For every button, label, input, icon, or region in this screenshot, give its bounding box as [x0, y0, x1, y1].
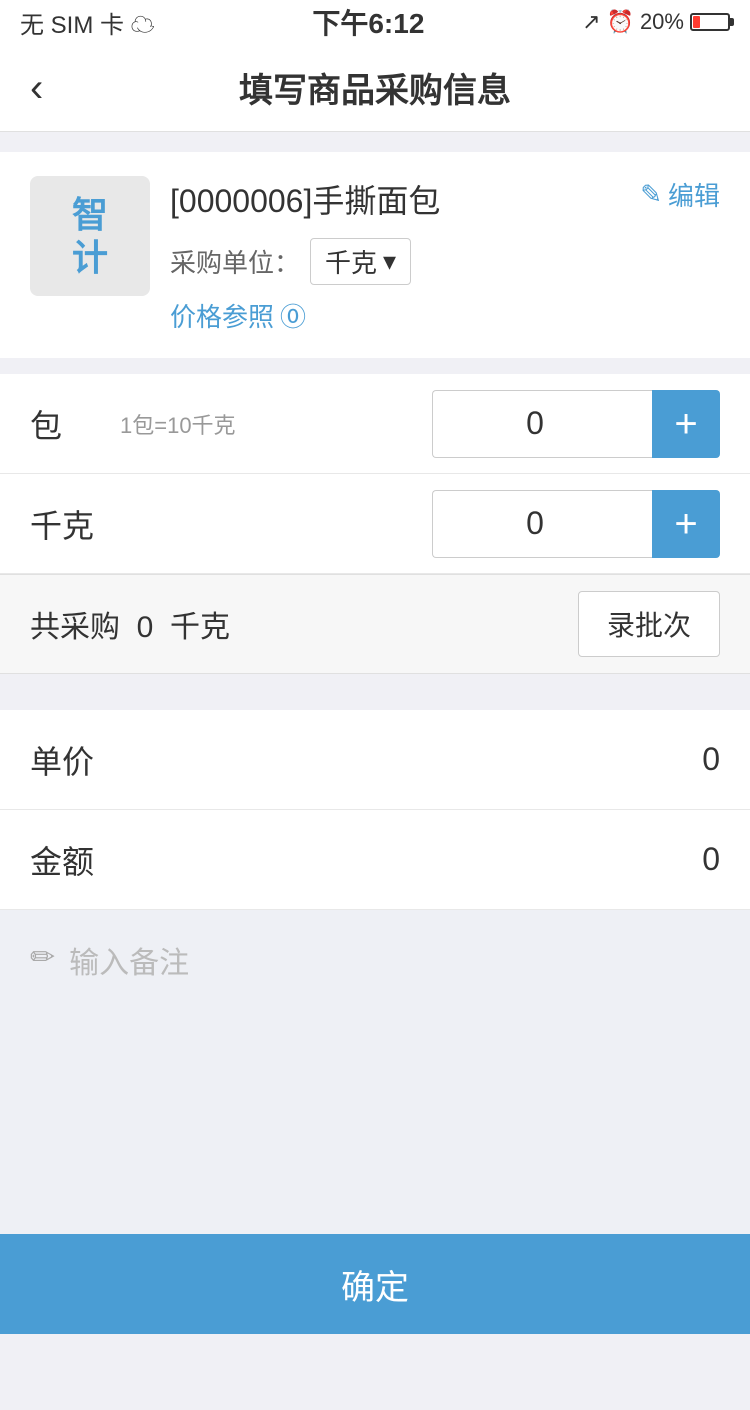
product-unit-row: 采购单位： 千克 ▾ — [170, 238, 720, 285]
battery-percent: 20% — [640, 9, 684, 35]
product-info: [0000006]手撕面包 采购单位： 千克 ▾ 价格参照 ⓪ — [170, 176, 720, 334]
batch-button[interactable]: 录批次 — [578, 591, 720, 657]
price-section: 单价 0 金额 0 — [0, 710, 750, 910]
bag-input-wrapper: + — [432, 390, 720, 458]
summary-row: 共采购 0 千克 录批次 — [0, 574, 750, 674]
amount-row: 金额 0 — [0, 810, 750, 910]
amount-label: 金额 — [30, 837, 94, 883]
product-name: [0000006]手撕面包 — [170, 176, 720, 222]
unit-label: 采购单位： — [170, 243, 300, 280]
kg-label: 千克 — [30, 501, 110, 547]
alarm-icon: ⏰ — [607, 9, 634, 35]
back-button[interactable]: ‹ — [30, 58, 53, 118]
edit-label: 编辑 — [668, 176, 720, 213]
kg-plus-button[interactable]: + — [652, 490, 720, 558]
summary-label: 共采购 — [30, 611, 120, 644]
bag-label: 包 — [30, 401, 110, 447]
bag-section: 包 1包=10千克 + 千克 + 共采购 0 千克 录批次 — [0, 374, 750, 674]
kg-row: 千克 + — [0, 474, 750, 574]
kg-input-wrapper: + — [432, 490, 720, 558]
summary-value: 0 — [137, 611, 154, 644]
unit-price-label: 单价 — [30, 737, 94, 783]
summary-unit: 千克 — [170, 611, 230, 644]
status-left: 无 SIM 卡 ☁ — [20, 5, 155, 40]
note-placeholder: 输入备注 — [69, 938, 189, 982]
edit-icon: ✎ — [640, 179, 662, 210]
product-thumbnail: 智计 — [30, 176, 150, 296]
price-ref-label: 价格参照 — [170, 297, 274, 334]
status-time: 下午6:12 — [312, 2, 424, 42]
nav-bar: ‹ 填写商品采购信息 — [0, 44, 750, 132]
divider-1 — [0, 358, 750, 374]
chevron-down-icon: ▾ — [383, 246, 396, 277]
status-bar: 无 SIM 卡 ☁ 下午6:12 ↗ ⏰ 20% — [0, 0, 750, 44]
summary-text: 共采购 0 千克 — [30, 602, 230, 646]
bag-input[interactable] — [432, 390, 652, 458]
unit-select[interactable]: 千克 ▾ — [310, 238, 411, 285]
kg-input[interactable] — [432, 490, 652, 558]
product-card: 智计 [0000006]手撕面包 采购单位： 千克 ▾ 价格参照 ⓪ ✎ 编辑 — [0, 152, 750, 358]
amount-value: 0 — [702, 841, 720, 878]
location-icon: ↗ — [582, 9, 600, 35]
unit-price-row: 单价 0 — [0, 710, 750, 810]
status-right: ↗ ⏰ 20% — [582, 9, 730, 35]
bag-plus-button[interactable]: + — [652, 390, 720, 458]
product-logo: 智计 — [72, 193, 108, 279]
sim-status: 无 SIM 卡 ☁ — [20, 5, 155, 40]
battery-icon — [690, 13, 730, 31]
unit-price-value: 0 — [702, 741, 720, 778]
price-ref-button[interactable]: 价格参照 ⓪ — [170, 297, 720, 334]
confirm-label: 确定 — [341, 1260, 409, 1309]
page-title: 填写商品采购信息 — [239, 63, 511, 112]
confirm-button[interactable]: 确定 — [0, 1234, 750, 1334]
bag-sub-label: 1包=10千克 — [120, 408, 236, 440]
edit-button[interactable]: ✎ 编辑 — [640, 176, 720, 213]
pencil-icon: ✏ — [30, 940, 55, 975]
divider-2 — [0, 674, 750, 690]
unit-value: 千克 — [325, 243, 377, 280]
help-icon: ⓪ — [280, 297, 306, 334]
bag-row: 包 1包=10千克 + — [0, 374, 750, 474]
